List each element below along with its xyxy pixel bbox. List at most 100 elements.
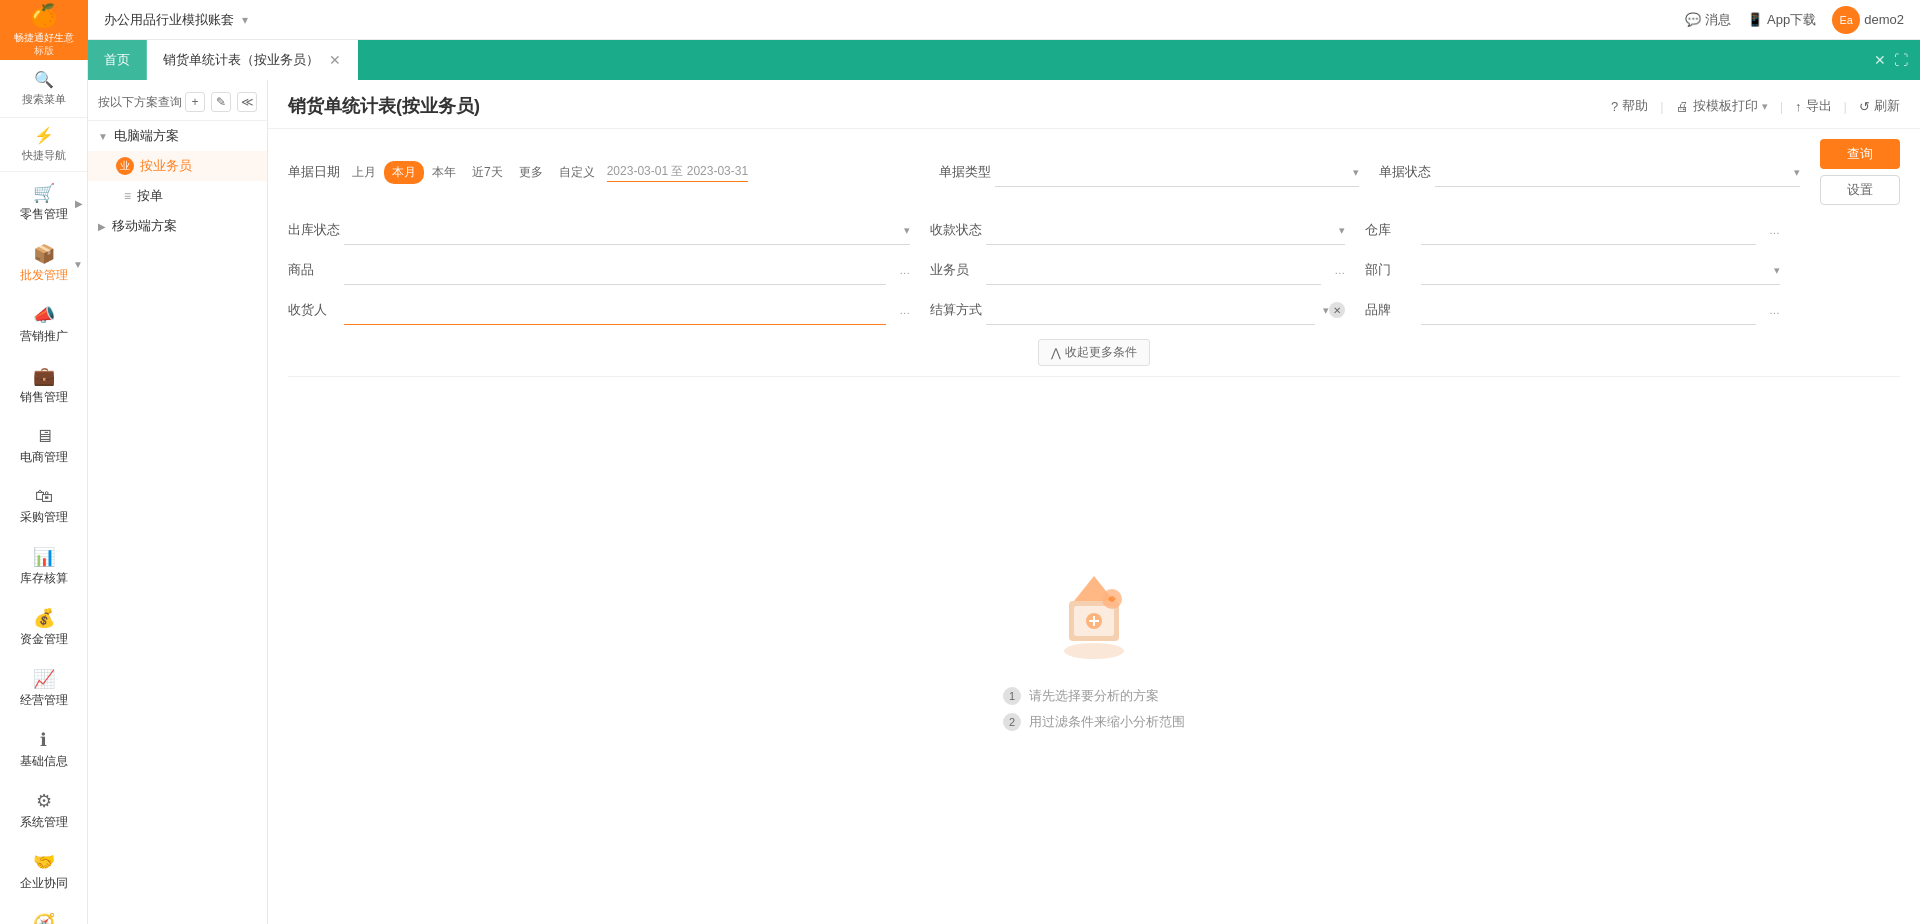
warehouse-more-icon[interactable]: …	[1769, 224, 1780, 236]
tree-item-desktop[interactable]: ▼ 电脑端方案	[88, 121, 267, 151]
user-avatar-btn[interactable]: Ea demo2	[1832, 6, 1904, 34]
preset-this-year[interactable]: 本年	[424, 161, 464, 184]
marketing-icon: 📣	[33, 304, 55, 326]
breadcrumb-text: 办公用品行业模拟账套	[104, 11, 234, 29]
purchase-icon: 🛍	[35, 486, 53, 507]
filter-warehouse-cell: 仓库 …	[1365, 215, 1780, 245]
help-btn[interactable]: ? 帮助	[1611, 97, 1648, 115]
left-panel-title: 按以下方案查询	[98, 94, 182, 111]
app-download-btn[interactable]: 📱 App下载	[1747, 11, 1816, 29]
goods-input[interactable]	[344, 255, 886, 285]
filter-salesperson-cell: 业务员 …	[930, 255, 1345, 285]
salesperson-input[interactable]	[986, 255, 1321, 285]
export-btn[interactable]: ↑ 导出	[1795, 97, 1832, 115]
dept-select-wrapper: ▾	[1421, 255, 1780, 285]
search-icon: 🔍	[34, 70, 54, 89]
quick-nav-btn[interactable]: ⚡ 快捷导航	[0, 118, 87, 172]
refresh-icon: ↺	[1859, 99, 1870, 114]
goods-input-wrapper: …	[344, 255, 910, 285]
sidebar-item-retail[interactable]: 🛒 零售管理 ▶	[0, 172, 87, 233]
brand-input[interactable]	[1421, 295, 1756, 325]
tree-item-mobile[interactable]: ▶ 移动端方案	[88, 211, 267, 241]
sidebar-item-finance[interactable]: 💰 资金管理	[0, 597, 87, 658]
preset-this-month[interactable]: 本月	[384, 161, 424, 184]
logo-icon: 🍊	[30, 3, 57, 29]
docstatus-select[interactable]	[1435, 157, 1800, 187]
arrow-icon: ▼	[73, 258, 83, 269]
add-scheme-btn[interactable]: +	[185, 92, 205, 112]
filter-docstatus-cell: 单据状态 ▾	[1379, 157, 1800, 187]
search-menu-btn[interactable]: 🔍 搜索菜单	[0, 60, 87, 118]
outstatus-select[interactable]	[344, 215, 910, 245]
divider1: |	[1660, 99, 1663, 114]
message-label: 消息	[1705, 11, 1731, 29]
tab-maximize-icon[interactable]: ⛶	[1894, 52, 1908, 68]
receiver-input[interactable]	[344, 295, 886, 325]
settings-btn[interactable]: 设置	[1820, 175, 1900, 205]
preset-more[interactable]: 更多	[511, 161, 551, 184]
outstatus-label: 出库状态	[288, 221, 344, 239]
sidebar-item-sales[interactable]: 💼 销售管理	[0, 355, 87, 416]
export-icon: ↑	[1795, 99, 1802, 114]
date-range-display[interactable]: 2023-03-01 至 2023-03-31	[607, 163, 748, 182]
collapse-btn[interactable]: ⋀ 收起更多条件	[1038, 339, 1150, 366]
refresh-btn[interactable]: ↺ 刷新	[1859, 97, 1900, 115]
main-area: 办公用品行业模拟账套 ▾ 💬 消息 📱 App下载 Ea demo2 首页	[88, 0, 1920, 924]
topbar-right: 💬 消息 📱 App下载 Ea demo2	[1685, 6, 1904, 34]
query-btn[interactable]: 查询	[1820, 139, 1900, 169]
receiver-more-icon[interactable]: …	[899, 304, 910, 316]
sidebar-item-guide[interactable]: 🧭 新手引导	[0, 902, 87, 924]
goods-more-icon[interactable]: …	[899, 264, 910, 276]
print-btn[interactable]: 🖨 按模板打印 ▾	[1676, 97, 1768, 115]
sales-icon: 💼	[33, 365, 55, 387]
tree-sub-item-by-doc[interactable]: ≡ 按单	[88, 181, 267, 211]
quick-icon: ⚡	[34, 126, 54, 145]
collectstatus-arrow-icon: ▾	[1339, 224, 1345, 237]
left-panel-header: 按以下方案查询 + ✎ ≪	[88, 80, 267, 121]
avatar-initials: Ea	[1840, 14, 1853, 26]
sidebar-item-purchase[interactable]: 🛍 采购管理	[0, 476, 87, 536]
tabbar-actions: ✕ ⛶	[1862, 52, 1920, 68]
tree-sub-item-by-salesperson[interactable]: 业 按业务员	[88, 151, 267, 181]
inventory-icon: 📊	[33, 546, 55, 568]
breadcrumb-dropdown[interactable]: ▾	[242, 13, 248, 27]
sidebar-item-enterprise[interactable]: 🤝 企业协同	[0, 841, 87, 902]
sidebar-item-ecommerce[interactable]: 🖥 电商管理	[0, 416, 87, 476]
breadcrumb-area: 办公用品行业模拟账套 ▾	[104, 11, 248, 29]
sidebar-item-label: 基础信息	[20, 753, 68, 770]
search-label: 搜索菜单	[22, 92, 66, 107]
preset-last7[interactable]: 近7天	[464, 161, 511, 184]
tab-close-icon[interactable]: ✕	[329, 52, 341, 68]
dept-select[interactable]	[1421, 255, 1780, 285]
filter-row-1: 单据日期 上月 本月 本年 近7天 更多 自定义 2023-03-01 至 20…	[288, 139, 1900, 205]
tab-close-window-icon[interactable]: ✕	[1874, 52, 1886, 68]
collapse-panel-btn[interactable]: ≪	[237, 92, 257, 112]
filter-dept-cell: 部门 ▾	[1365, 255, 1780, 285]
tab-home[interactable]: 首页	[88, 40, 147, 80]
tab-home-label: 首页	[104, 51, 130, 69]
message-btn[interactable]: 💬 消息	[1685, 11, 1731, 29]
sidebar-item-inventory[interactable]: 📊 库存核算	[0, 536, 87, 597]
sidebar-item-marketing[interactable]: 📣 营销推广	[0, 294, 87, 355]
collectstatus-select[interactable]	[986, 215, 1345, 245]
preset-last-month[interactable]: 上月	[344, 161, 384, 184]
warehouse-input[interactable]	[1421, 215, 1756, 245]
edit-scheme-btn[interactable]: ✎	[211, 92, 231, 112]
settlement-clear-icon[interactable]: ✕	[1329, 302, 1345, 318]
sidebar-item-wholesale[interactable]: 📦 批发管理 ▼	[0, 233, 87, 294]
user-name: demo2	[1864, 12, 1904, 27]
settlement-select[interactable]	[986, 295, 1315, 325]
tab-report[interactable]: 销货单统计表（按业务员） ✕	[147, 40, 358, 80]
preset-custom[interactable]: 自定义	[551, 161, 603, 184]
retail-icon: 🛒	[33, 182, 55, 204]
sidebar-item-label: 销售管理	[20, 389, 68, 406]
salesperson-more-icon[interactable]: …	[1334, 264, 1345, 276]
sidebar-item-operation[interactable]: 📈 经营管理	[0, 658, 87, 719]
filter-row-2: 出库状态 ▾ 收款状态	[288, 215, 1900, 245]
sidebar-item-system[interactable]: ⚙ 系统管理	[0, 780, 87, 841]
doctype-select[interactable]	[995, 157, 1360, 187]
brand-more-icon[interactable]: …	[1769, 304, 1780, 316]
salesperson-label: 业务员	[930, 261, 986, 279]
print-dropdown-icon: ▾	[1762, 100, 1768, 113]
sidebar-item-basic[interactable]: ℹ 基础信息	[0, 719, 87, 780]
